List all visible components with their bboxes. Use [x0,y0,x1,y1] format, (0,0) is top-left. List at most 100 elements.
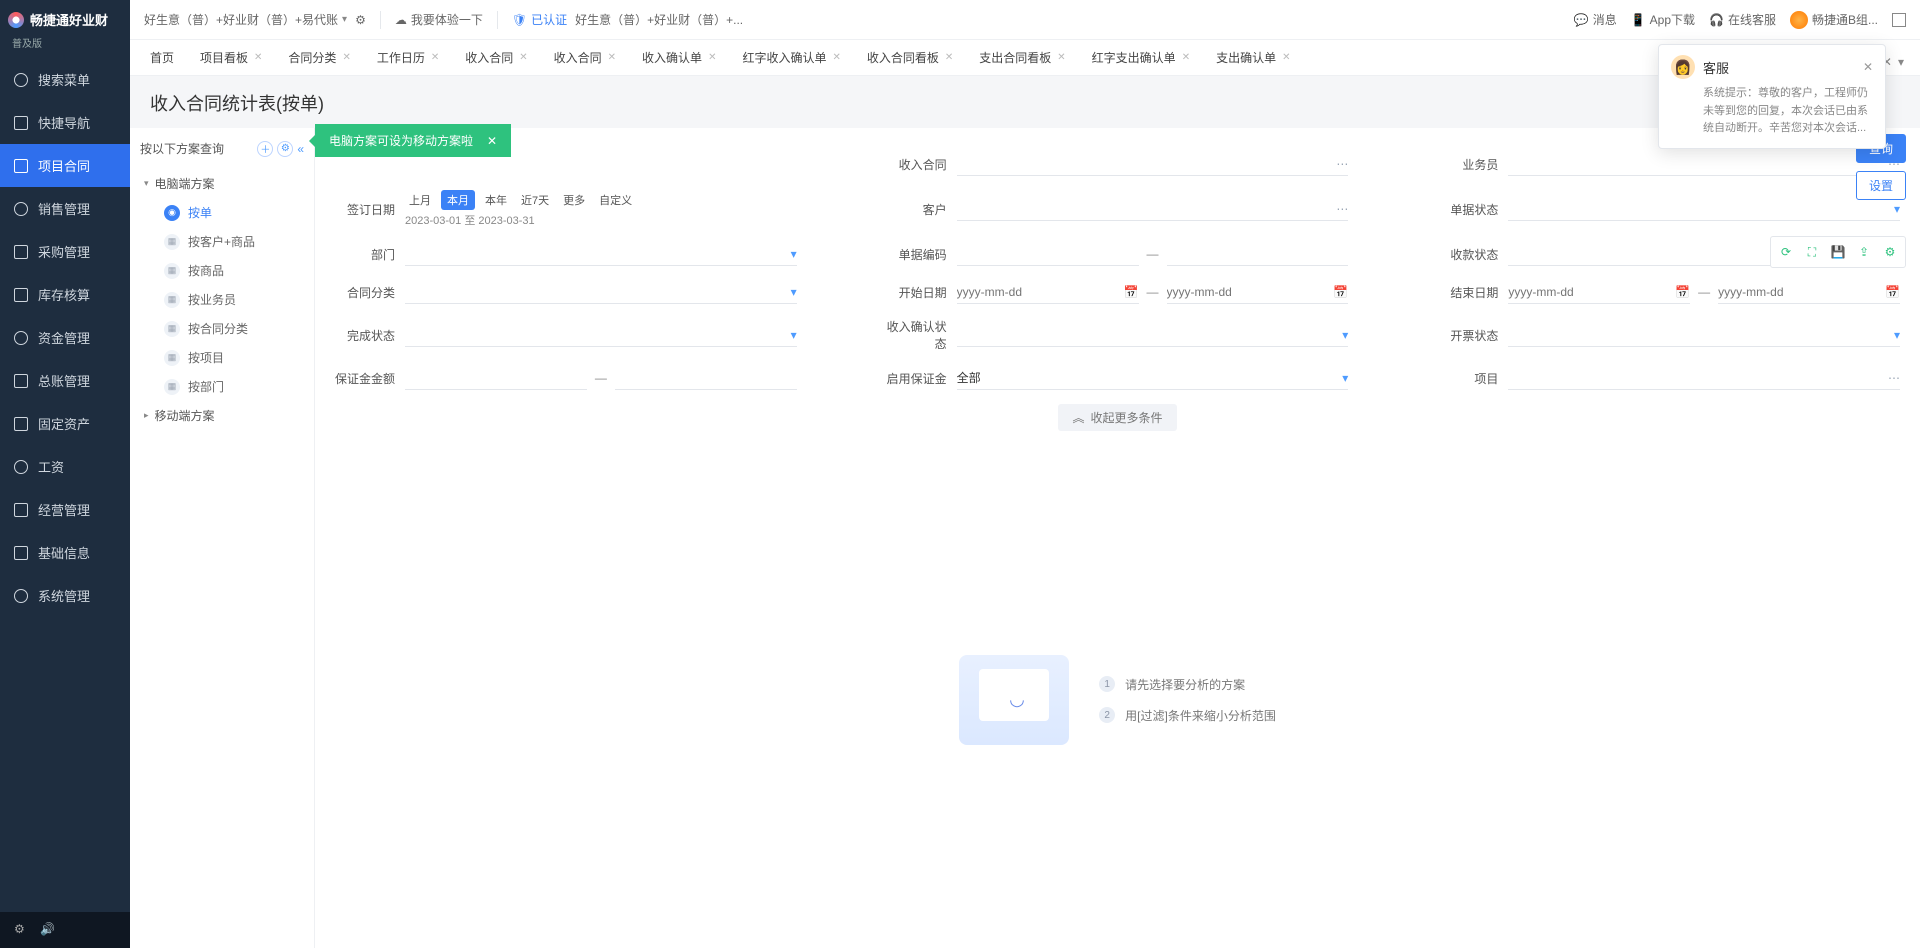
sidebar-item-7[interactable]: 总账管理 [0,359,130,402]
tab-close-icon[interactable]: ✕ [832,52,840,63]
chevron-down-icon[interactable]: ▾ [1894,328,1900,342]
tip-close-icon[interactable]: ✕ [487,134,497,148]
product-switcher[interactable]: 好生意（普）+好业财（普）+易代账 ▾ [144,11,347,28]
select-bill-status[interactable]: ▾ [1508,197,1900,221]
scheme-leaf-2[interactable]: ▦按商品 [140,256,304,285]
select-dept[interactable]: ▾ [405,242,797,266]
verified-badge[interactable]: 🛡 已认证 [512,11,567,28]
more-icon[interactable]: ⋯ [1888,371,1900,385]
collapse-conditions-button[interactable]: ︽ 收起更多条件 [1058,404,1176,431]
tab-6[interactable]: 收入确认单✕ [632,41,726,75]
scheme-leaf-6[interactable]: ▦按部门 [140,372,304,401]
settings-icon[interactable]: ⚙ [14,922,30,938]
sidebar-item-12[interactable]: 系统管理 [0,574,130,617]
sidebar-item-0[interactable]: 搜索菜单 [0,58,130,101]
chevron-down-icon[interactable]: ▾ [1342,371,1348,385]
chevron-down-icon[interactable]: ▾ [791,247,797,261]
input-start-date-to[interactable]: 📅 [1167,280,1349,304]
toolbar-config-icon[interactable]: ⚙ [1879,241,1901,263]
tab-9[interactable]: 支出合同看板✕ [969,41,1075,75]
sidebar-item-4[interactable]: 采购管理 [0,230,130,273]
tab-close-icon[interactable]: ✕ [1282,52,1290,63]
more-icon[interactable]: ⋯ [1336,157,1348,171]
input-income-contract[interactable]: ⋯ [957,152,1349,176]
tab-3[interactable]: 工作日历✕ [367,41,449,75]
tab-7[interactable]: 红字收入确认单✕ [732,41,850,75]
date-chip[interactable]: 近7天 [517,190,553,210]
user-menu[interactable]: 畅捷通B组... [1790,11,1878,29]
sidebar-item-10[interactable]: 经营管理 [0,488,130,531]
date-chip[interactable]: 自定义 [595,190,636,210]
tab-close-icon[interactable]: ✕ [1182,52,1190,63]
select-contract-cat[interactable]: ▾ [405,280,797,304]
tab-4[interactable]: 收入合同✕ [455,41,537,75]
more-icon[interactable]: ⋯ [1336,202,1348,216]
sidebar-item-9[interactable]: 工资 [0,445,130,488]
tab-close-icon[interactable]: ✕ [519,52,527,63]
sidebar-item-5[interactable]: 库存核算 [0,273,130,316]
select-finish-status[interactable]: ▾ [405,323,797,347]
collapse-panel-icon[interactable]: « [297,142,304,156]
input-deposit-from[interactable] [405,366,587,390]
toolbar-export-icon[interactable]: ⇪ [1853,241,1875,263]
scheme-leaf-0[interactable]: ◉按单 [140,198,304,227]
tab-close-icon[interactable]: ✕ [1057,52,1065,63]
tab-overflow-more-icon[interactable]: ▾ [1898,55,1904,69]
add-scheme-button[interactable]: ＋ [257,141,273,157]
sidebar-item-11[interactable]: 基础信息 [0,531,130,574]
input-end-date-from[interactable]: 📅 [1508,280,1690,304]
tab-8[interactable]: 收入合同看板✕ [857,41,963,75]
calendar-icon[interactable]: 📅 [1675,285,1690,299]
input-end-date-to[interactable]: 📅 [1718,280,1900,304]
tab-close-icon[interactable]: ✕ [945,52,953,63]
date-chip[interactable]: 更多 [559,190,589,210]
chevron-down-icon[interactable]: ▾ [1342,328,1348,342]
select-confirm-status[interactable]: ▾ [957,323,1349,347]
app-download-link[interactable]: 📱App下载 [1631,11,1695,28]
sound-icon[interactable]: 🔊 [40,922,56,938]
scheme-group-pc[interactable]: ▾ 电脑端方案 [140,169,304,198]
tab-10[interactable]: 红字支出确认单✕ [1082,41,1200,75]
sidebar-item-1[interactable]: 快捷导航 [0,101,130,144]
chevron-down-icon[interactable]: ▾ [791,285,797,299]
tab-2[interactable]: 合同分类✕ [278,41,360,75]
scheme-settings-button[interactable]: ⚙ [277,141,293,157]
chevron-down-icon[interactable]: ▾ [791,328,797,342]
trial-link[interactable]: ☁ 我要体验一下 [395,11,483,28]
tab-5[interactable]: 收入合同✕ [544,41,626,75]
calendar-icon[interactable]: 📅 [1124,285,1139,299]
online-service-link[interactable]: 🎧在线客服 [1709,11,1776,28]
calendar-icon[interactable]: 📅 [1885,285,1900,299]
date-chip[interactable]: 本年 [481,190,511,210]
input-project[interactable]: ⋯ [1508,366,1900,390]
scheme-leaf-5[interactable]: ▦按项目 [140,343,304,372]
toolbar-expand-icon[interactable]: ⛶ [1801,241,1823,263]
date-chip[interactable]: 本月 [441,190,475,210]
sidebar-item-2[interactable]: 项目合同 [0,144,130,187]
select-enable-deposit[interactable]: 全部▾ [957,366,1349,390]
tab-11[interactable]: 支出确认单✕ [1206,41,1300,75]
input-deposit-to[interactable] [615,366,797,390]
settings-button[interactable]: 设置 [1856,171,1906,200]
input-customer[interactable]: ⋯ [957,197,1349,221]
sidebar-item-3[interactable]: 销售管理 [0,187,130,230]
date-chip[interactable]: 上月 [405,190,435,210]
input-salesman[interactable]: ⋯ [1508,152,1900,176]
input-bill-code-to[interactable] [1167,242,1349,266]
tab-close-icon[interactable]: ✕ [431,52,439,63]
chat-close-icon[interactable]: ✕ [1863,60,1873,74]
scheme-group-mobile[interactable]: ▸ 移动端方案 [140,401,304,430]
toolbar-refresh-icon[interactable]: ⟳ [1775,241,1797,263]
message-link[interactable]: 💬消息 [1574,11,1617,28]
tab-1[interactable]: 项目看板✕ [190,41,272,75]
fullscreen-icon[interactable] [1892,13,1906,27]
input-bill-code-from[interactable] [957,242,1139,266]
tab-close-icon[interactable]: ✕ [608,52,616,63]
tab-close-icon[interactable]: ✕ [708,52,716,63]
scheme-leaf-4[interactable]: ▦按合同分类 [140,314,304,343]
tab-close-icon[interactable]: ✕ [254,52,262,63]
scheme-leaf-1[interactable]: ▦按客户+商品 [140,227,304,256]
sidebar-item-6[interactable]: 资金管理 [0,316,130,359]
tab-close-icon[interactable]: ✕ [342,52,350,63]
calendar-icon[interactable]: 📅 [1333,285,1348,299]
